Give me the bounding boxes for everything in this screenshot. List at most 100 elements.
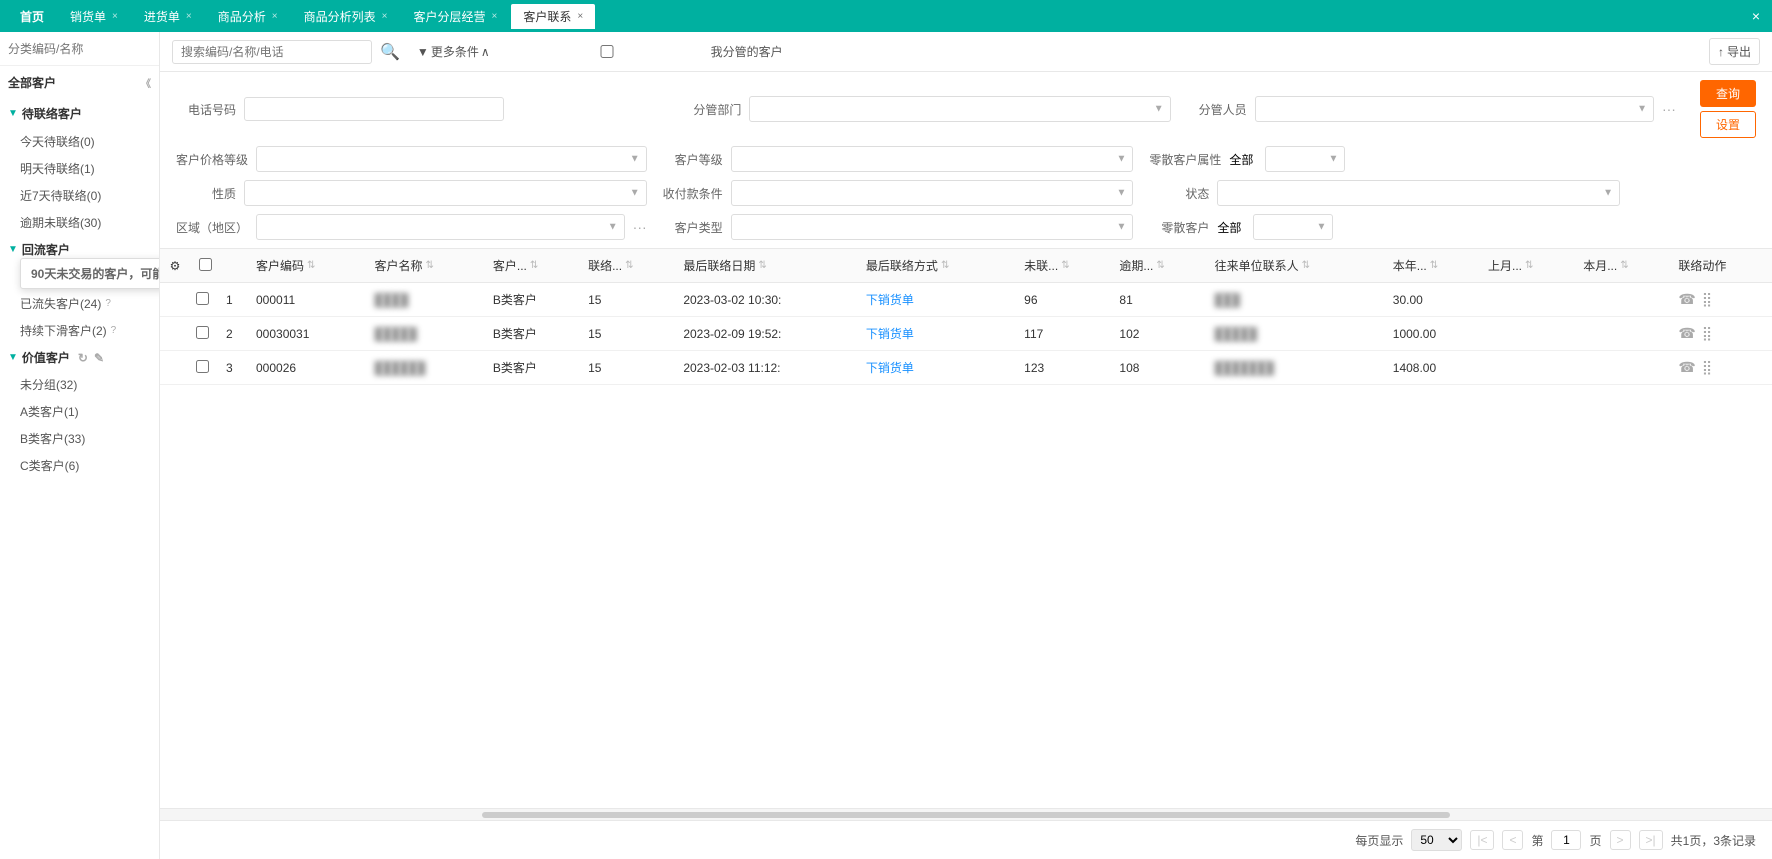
- zero-retail-attr-select[interactable]: ▼: [1265, 146, 1345, 172]
- col-last-contact-date[interactable]: 最后联络日期 ⇅: [677, 249, 860, 283]
- nav-tab-home[interactable]: 首页: [8, 4, 56, 29]
- select-all-checkbox[interactable]: [199, 258, 212, 271]
- payment-select[interactable]: ▼: [731, 180, 1134, 206]
- sidebar-item-ungrouped[interactable]: 未分组(32): [0, 371, 159, 398]
- sidebar-search-input[interactable]: [8, 42, 160, 56]
- zero-retail-select[interactable]: ▼: [1253, 214, 1333, 240]
- region-select[interactable]: ▼: [256, 214, 625, 240]
- settings-button[interactable]: 设置: [1700, 111, 1756, 138]
- col-not-contacted[interactable]: 未联... ⇅: [1018, 249, 1113, 283]
- dept-select[interactable]: ▼: [749, 96, 1170, 122]
- filter-dots-1[interactable]: ···: [1662, 101, 1676, 117]
- sidebar-item-class-b[interactable]: B类客户(33): [0, 425, 159, 452]
- col-contact[interactable]: 联络... ⇅: [582, 249, 677, 283]
- window-close-button[interactable]: ×: [1748, 4, 1764, 28]
- edit-icon[interactable]: ✎: [94, 351, 104, 365]
- more-actions-icon[interactable]: ⣿: [1702, 291, 1712, 308]
- close-product-analysis-tab-icon[interactable]: ×: [272, 11, 278, 22]
- sidebar-item-today-contact[interactable]: 今天待联络(0): [0, 128, 159, 155]
- my-customers-checkbox[interactable]: [507, 45, 707, 58]
- sidebar-item-churned[interactable]: 已流失客户(24) ?: [0, 290, 159, 317]
- filter-dots-2[interactable]: ···: [633, 219, 647, 235]
- row-checkbox[interactable]: [196, 326, 209, 339]
- horizontal-scrollbar-thumb[interactable]: [482, 812, 1449, 818]
- nav-tab-product-analysis-list[interactable]: 商品分析列表 ×: [292, 4, 400, 29]
- status-select[interactable]: ▼: [1217, 180, 1620, 206]
- sidebar-item-class-a[interactable]: A类客户(1): [0, 398, 159, 425]
- query-button[interactable]: 查询: [1700, 80, 1756, 107]
- col-overdue[interactable]: 逾期... ⇅: [1113, 249, 1208, 283]
- sidebar-section-churn-customers[interactable]: ▼ 回流客户 90天未交易的客户，可能有流失风险。: [0, 236, 159, 263]
- contact-method-link[interactable]: 下销货单: [866, 361, 914, 375]
- row-customer-name[interactable]: ████: [368, 283, 486, 317]
- contact-method-link[interactable]: 下销货单: [866, 327, 914, 341]
- contact-icon[interactable]: ☎: [1678, 359, 1695, 376]
- nav-tab-purchase[interactable]: 进货单 ×: [132, 4, 204, 29]
- more-actions-icon[interactable]: ⣿: [1702, 359, 1712, 376]
- row-this-month: [1577, 317, 1672, 351]
- export-button[interactable]: ↑ 导出: [1709, 38, 1760, 65]
- sidebar-item-7days-contact[interactable]: 近7天待联络(0): [0, 182, 159, 209]
- col-this-year[interactable]: 本年... ⇅: [1387, 249, 1482, 283]
- sidebar-item-class-c[interactable]: C类客户(6): [0, 452, 159, 479]
- filter-icon: ▼: [417, 45, 429, 59]
- nav-tab-customer-contact[interactable]: 客户联系 ×: [511, 4, 595, 29]
- first-page-button[interactable]: |<: [1470, 830, 1494, 850]
- row-actions-cell: ☎ ⣿: [1672, 351, 1772, 385]
- sidebar-section-value-customers[interactable]: ▼ 价值客户 ↻ ✎: [0, 344, 159, 371]
- col-this-month[interactable]: 本月... ⇅: [1577, 249, 1672, 283]
- col-unit-contact[interactable]: 往来单位联系人 ⇅: [1209, 249, 1387, 283]
- sidebar-item-tomorrow-contact[interactable]: 明天待联络(1): [0, 155, 159, 182]
- close-product-analysis-list-tab-icon[interactable]: ×: [382, 11, 388, 22]
- row-customer-name[interactable]: ██████: [368, 351, 486, 385]
- row-unit-contact: ███████: [1209, 351, 1387, 385]
- col-last-contact-method[interactable]: 最后联络方式 ⇅: [860, 249, 1018, 283]
- nav-tab-sales[interactable]: 销货单 ×: [58, 4, 130, 29]
- refresh-icon[interactable]: ↻: [78, 351, 88, 365]
- contact-icon[interactable]: ☎: [1678, 291, 1695, 308]
- contact-method-link[interactable]: 下销货单: [866, 293, 914, 307]
- row-customer-name[interactable]: █████: [368, 317, 486, 351]
- close-sales-tab-icon[interactable]: ×: [112, 11, 118, 22]
- customer-type-select[interactable]: ▼: [731, 214, 1134, 240]
- settings-icon: ⚙: [170, 259, 181, 273]
- contact-icon[interactable]: ☎: [1678, 325, 1695, 342]
- page-input[interactable]: [1551, 830, 1581, 850]
- row-checkbox[interactable]: [196, 360, 209, 373]
- chevron-down-icon-4: ▼: [1116, 154, 1126, 165]
- sidebar-item-declining[interactable]: 持续下滑客户(2) ?: [0, 317, 159, 344]
- search-button-icon[interactable]: 🔍: [380, 42, 400, 62]
- phone-input[interactable]: [244, 97, 504, 121]
- per-page-select[interactable]: 50 100 200: [1411, 829, 1462, 851]
- sidebar-section-pending-contact[interactable]: ▼ 待联络客户: [0, 99, 159, 128]
- nav-tab-product-analysis[interactable]: 商品分析 ×: [206, 4, 290, 29]
- row-checkbox[interactable]: [196, 292, 209, 305]
- customer-level-select[interactable]: ▼: [731, 146, 1134, 172]
- more-conditions-button[interactable]: ▼ 更多条件 ∧: [408, 38, 499, 65]
- close-customer-tier-tab-icon[interactable]: ×: [491, 11, 497, 22]
- gender-select[interactable]: ▼: [244, 180, 647, 206]
- filter-group-zero-retail: 零散客户 全部 ▼: [1149, 214, 1620, 240]
- row-checkbox-cell: [190, 283, 220, 317]
- more-actions-icon[interactable]: ⣿: [1702, 325, 1712, 342]
- close-customer-contact-tab-icon[interactable]: ×: [577, 11, 583, 22]
- col-settings[interactable]: ⚙: [160, 249, 190, 283]
- last-page-button[interactable]: >|: [1639, 830, 1663, 850]
- dept-label: 分管部门: [681, 101, 741, 118]
- col-last-month[interactable]: 上月... ⇅: [1482, 249, 1577, 283]
- nav-tab-customer-tier[interactable]: 客户分层经营 ×: [401, 4, 509, 29]
- col-customer-type[interactable]: 客户... ⇅: [487, 249, 582, 283]
- col-customer-name[interactable]: 客户名称 ⇅: [368, 249, 486, 283]
- row-actions-cell: ☎ ⣿: [1672, 283, 1772, 317]
- customer-price-select[interactable]: ▼: [256, 146, 647, 172]
- close-purchase-tab-icon[interactable]: ×: [186, 11, 192, 22]
- person-select[interactable]: ▼: [1255, 96, 1654, 122]
- col-customer-code[interactable]: 客户编码 ⇅: [250, 249, 368, 283]
- search-input[interactable]: [172, 40, 372, 64]
- all-customers-header[interactable]: 全部客户 《: [0, 66, 159, 99]
- prev-page-button[interactable]: <: [1502, 830, 1523, 850]
- row-this-year: 30.00: [1387, 283, 1482, 317]
- sidebar-item-overdue-contact[interactable]: 逾期未联络(30): [0, 209, 159, 236]
- next-page-button[interactable]: >: [1610, 830, 1631, 850]
- top-navigation: 首页 销货单 × 进货单 × 商品分析 × 商品分析列表 × 客户分层经营 × …: [0, 0, 1772, 32]
